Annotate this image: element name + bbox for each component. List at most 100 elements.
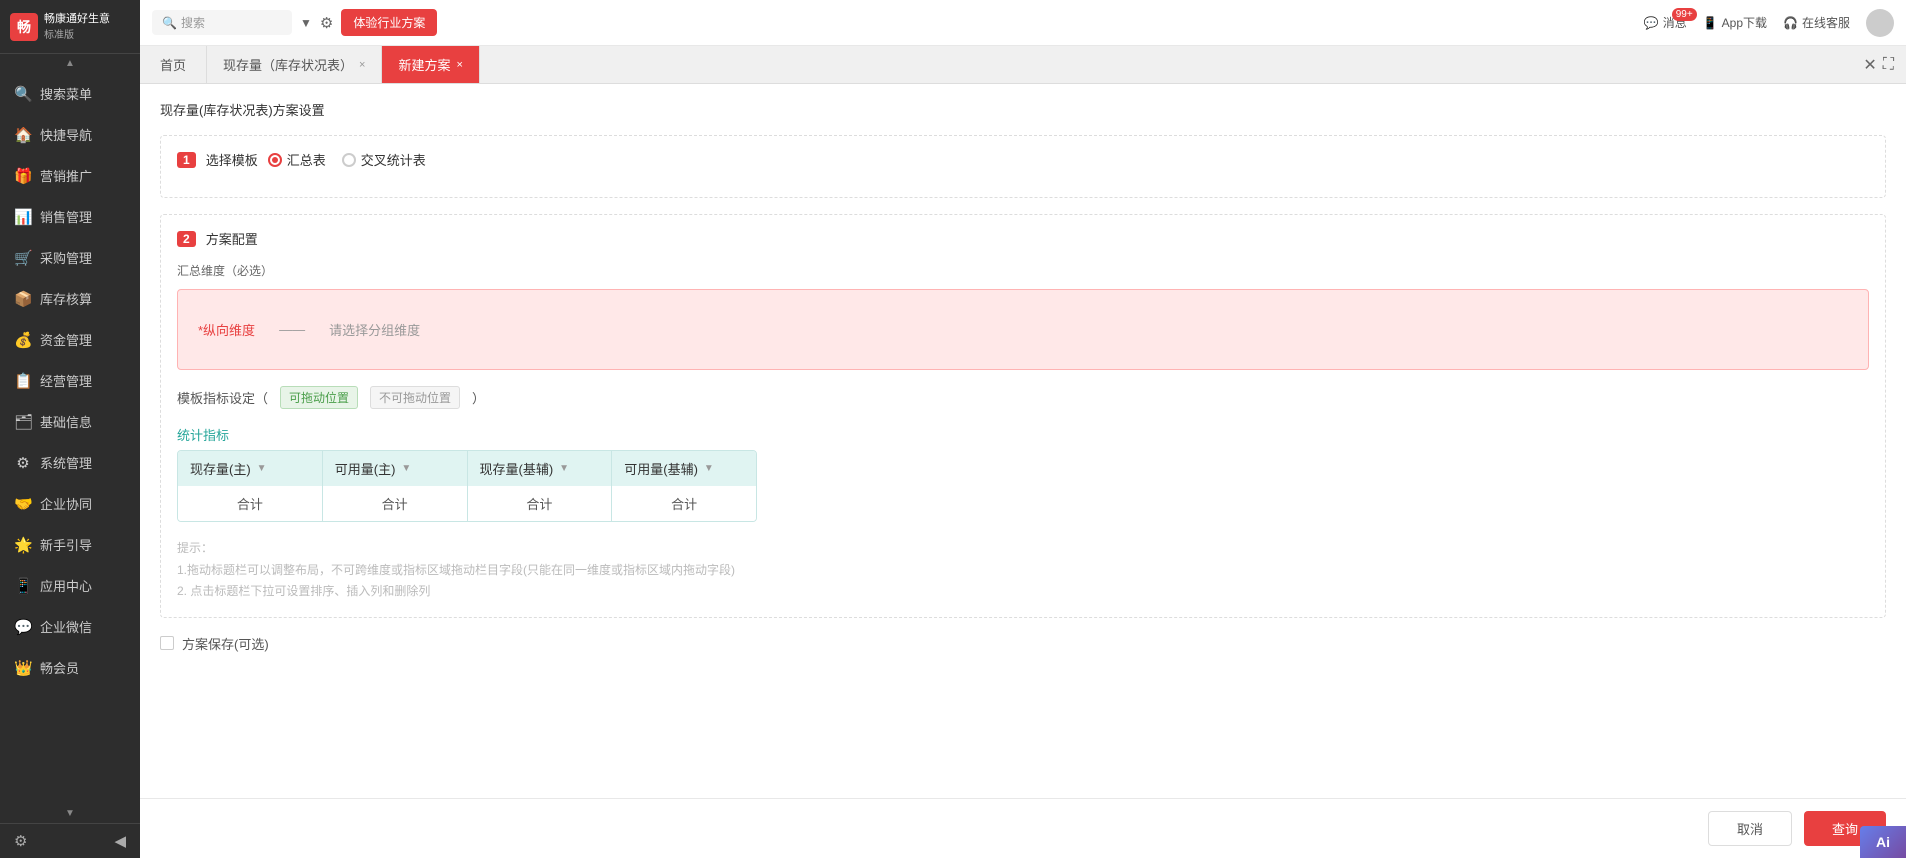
app-center-icon: 📱: [14, 577, 32, 595]
purchase-label: 采购管理: [40, 248, 92, 267]
save-checkbox[interactable]: [160, 636, 174, 650]
sidebar-item-sales[interactable]: 📊 销售管理: [0, 196, 140, 237]
quick-nav-label: 快捷导航: [40, 125, 92, 144]
radio-crosstab[interactable]: 交叉统计表: [342, 150, 426, 169]
tag-no-drag: 不可拖动位置: [370, 386, 460, 409]
stats-table-body: 合计合计合计合计: [178, 486, 756, 521]
search-menu-label: 搜索菜单: [40, 84, 92, 103]
stats-col-header[interactable]: 可用量(主)▼: [323, 451, 468, 486]
message-icon: 💬: [1644, 16, 1659, 30]
finance-icon: 💰: [14, 331, 32, 349]
stats-col-header[interactable]: 现存量(主) ▼: [178, 451, 323, 486]
sidebar-item-basics[interactable]: 🗂 基础信息: [0, 401, 140, 442]
new-guide-label: 新手引导: [40, 535, 92, 554]
tab-home[interactable]: 首页: [140, 46, 207, 83]
app-icon: 📱: [1703, 16, 1718, 30]
col-chevron-icon[interactable]: ▼: [257, 463, 267, 474]
dimension-area[interactable]: *纵向维度 —— 请选择分组维度: [177, 289, 1869, 370]
tip-2: 2. 点击标题栏下拉可设置排序、插入列和删除列: [177, 581, 1869, 603]
stats-col-body: 合计: [468, 486, 613, 521]
radio-summary-label: 汇总表: [287, 150, 326, 169]
stats-col-label: 可用量(基辅): [624, 459, 698, 478]
sidebar-item-new-guide[interactable]: 🌟 新手引导: [0, 524, 140, 565]
sidebar-scroll-up[interactable]: ▲: [0, 54, 140, 73]
col-chevron-icon[interactable]: ▼: [559, 463, 569, 474]
panel-close-icon[interactable]: ✕: [1863, 55, 1876, 75]
indicators-header: 模板指标设定（ 可拖动位置 不可拖动位置 ）: [177, 386, 1869, 409]
online-service-button[interactable]: 🎧 在线客服: [1783, 14, 1850, 31]
enterprise-label: 企业协同: [40, 494, 92, 513]
sidebar-item-app-center[interactable]: 📱 应用中心: [0, 565, 140, 606]
dimension-placeholder: 请选择分组维度: [329, 320, 420, 339]
user-avatar[interactable]: [1866, 9, 1894, 37]
col-chevron-icon[interactable]: ▼: [401, 463, 411, 474]
tab-inventory-close-icon[interactable]: ×: [359, 59, 365, 71]
collapse-icon[interactable]: ◀: [114, 832, 126, 850]
settings-icon[interactable]: ⚙: [14, 832, 27, 850]
tab-new-close-icon[interactable]: ×: [456, 59, 462, 71]
radio-crosstab-dot: [342, 153, 356, 167]
sidebar-item-purchase[interactable]: 🛒 采购管理: [0, 237, 140, 278]
radio-summary-dot: [268, 153, 282, 167]
radio-summary[interactable]: 汇总表: [268, 150, 326, 169]
sidebar-item-marketing[interactable]: 🎁 营销推广: [0, 155, 140, 196]
sidebar-item-inventory[interactable]: 📦 库存核算: [0, 278, 140, 319]
ai-float-button[interactable]: Ai: [1860, 826, 1906, 858]
trial-button[interactable]: 体验行业方案: [341, 9, 437, 36]
new-guide-icon: 🌟: [14, 536, 32, 554]
sidebar-item-operations[interactable]: 📋 经营管理: [0, 360, 140, 401]
content-area: 现存量(库存状况表)方案设置 1 选择模板 汇总表 交叉统计表: [140, 84, 1906, 798]
sidebar-item-system[interactable]: ⚙ 系统管理: [0, 442, 140, 483]
stats-col-label: 现存量(主): [190, 459, 251, 478]
tabbar: 首页 现存量（库存状况表） × 新建方案 × ✕ ⛶: [140, 46, 1906, 84]
logo-icon: 畅: [10, 13, 38, 41]
sidebar-item-quick-nav[interactable]: 🏠 快捷导航: [0, 114, 140, 155]
dimension-dash: ——: [279, 322, 305, 337]
stats-col-header[interactable]: 可用量(基辅) ▼: [612, 451, 756, 486]
indicators-config: 模板指标设定（ 可拖动位置 不可拖动位置 ）: [177, 386, 1869, 409]
stats-col-header[interactable]: 现存量(基辅) ▼: [468, 451, 613, 486]
topbar-dropdown-icon[interactable]: ▼: [300, 16, 312, 30]
search-menu-icon: 🔍: [14, 85, 32, 103]
section1-num: 1: [177, 152, 196, 168]
wechat-icon: 💬: [14, 618, 32, 636]
dimension-field-label: 汇总维度（必选）: [177, 262, 1869, 279]
cancel-button[interactable]: 取消: [1708, 811, 1792, 846]
save-label: 方案保存(可选): [182, 634, 269, 653]
inventory-icon: 📦: [14, 290, 32, 308]
indicators-label: 模板指标设定（: [177, 388, 268, 407]
sidebar-item-search-menu[interactable]: 🔍 搜索菜单: [0, 73, 140, 114]
sidebar-item-finance[interactable]: 💰 资金管理: [0, 319, 140, 360]
sidebar-item-member[interactable]: 👑 畅会员: [0, 647, 140, 688]
message-button[interactable]: 💬 消息 99+: [1644, 14, 1687, 31]
operations-icon: 📋: [14, 372, 32, 390]
panel-expand-icon[interactable]: ⛶: [1883, 56, 1894, 74]
finance-label: 资金管理: [40, 330, 92, 349]
topbar-gear-icon[interactable]: ⚙: [320, 14, 333, 32]
section1-header: 1 选择模板 汇总表 交叉统计表: [177, 150, 1869, 169]
app-download-button[interactable]: 📱 App下载: [1703, 14, 1767, 31]
page-title: 现存量(库存状况表)方案设置: [160, 100, 1886, 119]
col-chevron-icon[interactable]: ▼: [704, 463, 714, 474]
system-label: 系统管理: [40, 453, 92, 472]
template-radio-group: 汇总表 交叉统计表: [268, 150, 426, 169]
stats-col-label: 现存量(基辅): [480, 459, 554, 478]
sidebar-scroll-down[interactable]: ▼: [0, 804, 140, 823]
section1-title: 选择模板: [206, 150, 258, 169]
search-placeholder: 搜索: [181, 14, 205, 31]
section2-num: 2: [177, 231, 196, 247]
sidebar-item-enterprise[interactable]: 🤝 企业协同: [0, 483, 140, 524]
topbar-search-box[interactable]: 🔍 搜索: [152, 10, 292, 35]
tab-inventory-label: 现存量（库存状况表）: [223, 55, 353, 74]
tab-inventory-status[interactable]: 现存量（库存状况表） ×: [207, 46, 382, 83]
sidebar-item-wechat[interactable]: 💬 企业微信: [0, 606, 140, 647]
dimension-required: *纵向维度: [198, 320, 255, 339]
tips-area: 提示： 1.拖动标题栏可以调整布局，不可跨维度或指标区域拖动栏目字段(只能在同一…: [177, 538, 1869, 603]
stats-label: 统计指标: [177, 425, 1869, 444]
operations-label: 经营管理: [40, 371, 92, 390]
sales-icon: 📊: [14, 208, 32, 226]
search-icon: 🔍: [162, 16, 177, 30]
system-icon: ⚙: [14, 454, 32, 472]
tab-new-plan[interactable]: 新建方案 ×: [382, 46, 479, 83]
tips-title: 提示：: [177, 538, 1869, 560]
